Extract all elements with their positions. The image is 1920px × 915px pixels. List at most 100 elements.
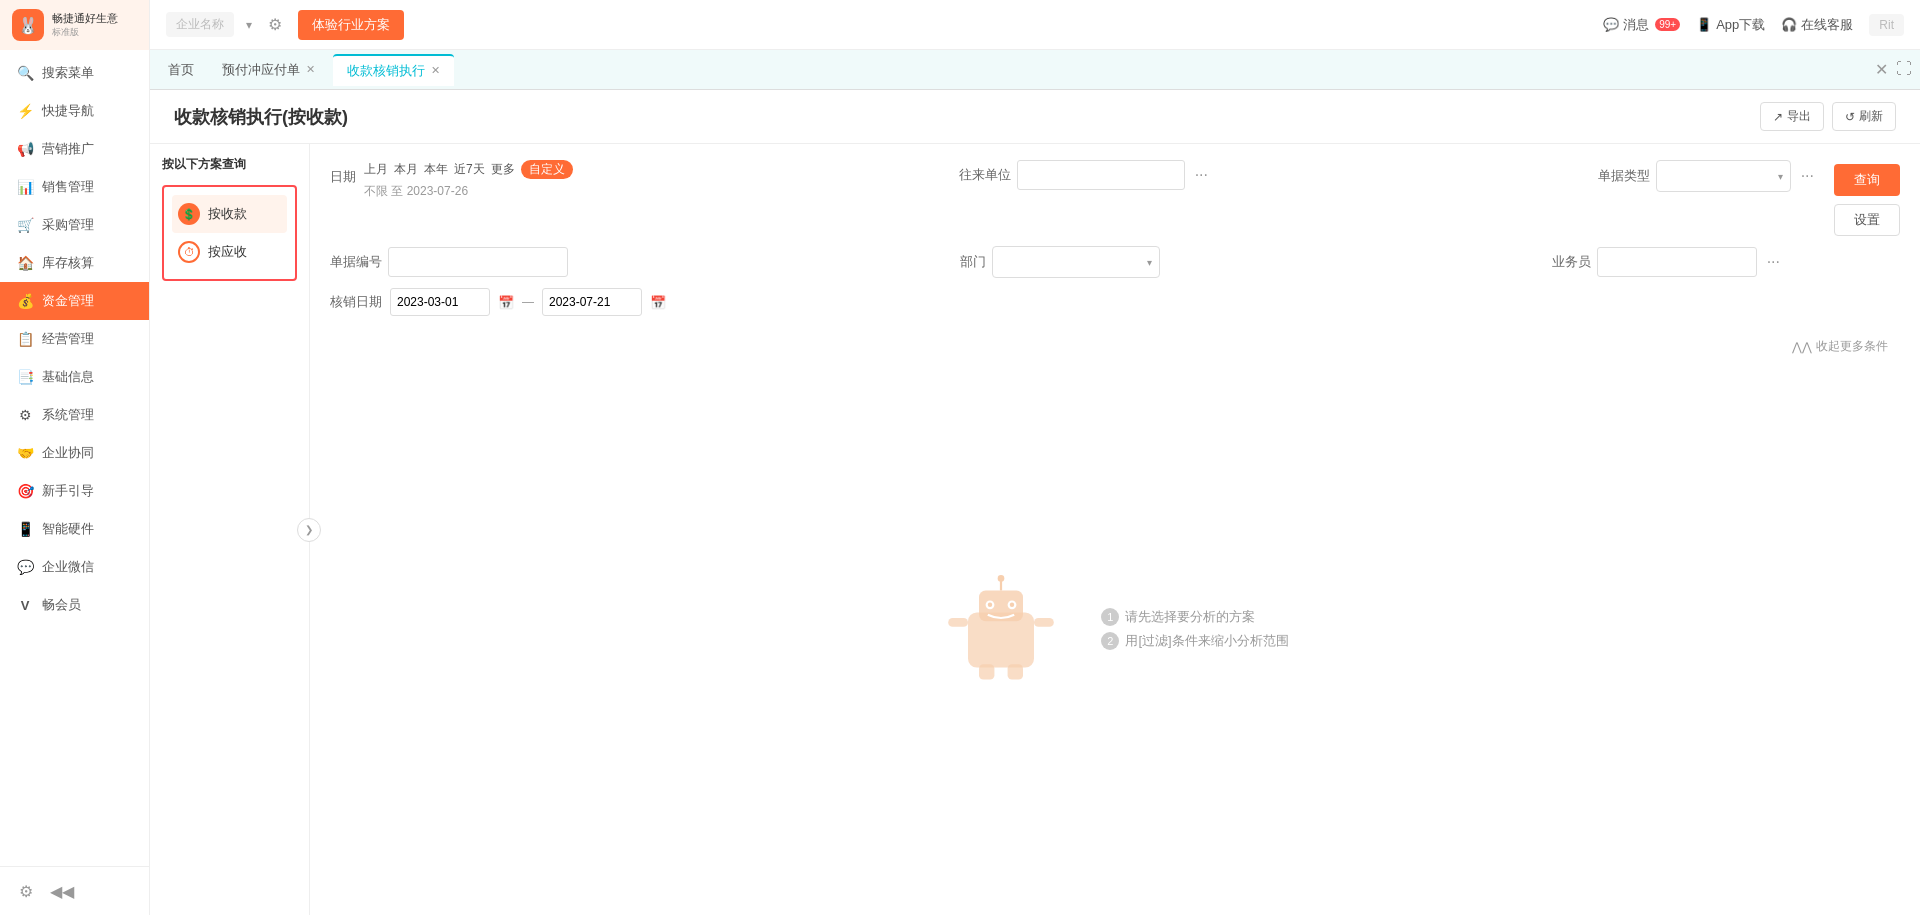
phone-icon: 📱 xyxy=(1696,17,1712,32)
shortcut-this-year[interactable]: 本年 xyxy=(424,161,448,178)
collapse-left-panel-arrow[interactable]: ❯ xyxy=(297,518,321,542)
sidebar-item-guide[interactable]: 🎯 新手引导 xyxy=(0,472,149,510)
sidebar-item-search[interactable]: 🔍 搜索菜单 xyxy=(0,54,149,92)
date-label: 日期 xyxy=(330,160,356,186)
sidebar-item-label: 系统管理 xyxy=(42,406,94,424)
sales-icon: 📊 xyxy=(16,178,34,196)
sidebar-item-funds[interactable]: 💰 资金管理 xyxy=(0,282,149,320)
topbar-gear-icon[interactable]: ⚙ xyxy=(264,11,286,38)
sidebar: 🐰 畅捷通好生意 标准版 🔍 搜索菜单 ⚡ 快捷导航 📢 营销推广 📊 销售管理… xyxy=(0,0,150,915)
shortcut-last-month[interactable]: 上月 xyxy=(364,161,388,178)
staff-dots[interactable]: ··· xyxy=(1763,249,1784,275)
verify-date-end[interactable] xyxy=(542,288,642,316)
sidebar-item-label: 企业微信 xyxy=(42,558,94,576)
collab-icon: 🤝 xyxy=(16,444,34,462)
receipts-tab-label: 收款核销执行 xyxy=(347,62,425,80)
shortcut-custom[interactable]: 自定义 xyxy=(521,160,573,179)
receipts-tab-close[interactable]: ✕ xyxy=(431,64,440,77)
svg-rect-8 xyxy=(979,664,994,679)
sidebar-item-vip[interactable]: V 畅会员 xyxy=(0,586,149,624)
dept-label: 部门 xyxy=(960,253,986,271)
verify-date-end-calendar-icon[interactable]: 📅 xyxy=(650,295,666,310)
tabbar: 首页 预付冲应付单 ✕ 收款核销执行 ✕ ✕ ⛶ xyxy=(150,50,1920,90)
sidebar-item-inventory[interactable]: 🏠 库存核算 xyxy=(0,244,149,282)
sidebar-item-marketing[interactable]: 📢 营销推广 xyxy=(0,130,149,168)
page-header: 收款核销执行(按收款) ↗ 导出 ↺ 刷新 xyxy=(150,90,1920,144)
inventory-icon: 🏠 xyxy=(16,254,34,272)
sidebar-item-label: 资金管理 xyxy=(42,292,94,310)
maximize-icon[interactable]: ⛶ xyxy=(1896,60,1912,79)
system-icon: ⚙ xyxy=(16,406,34,424)
receipt-filter-label: 按收款 xyxy=(208,205,247,223)
tab-receipts[interactable]: 收款核销执行 ✕ xyxy=(333,54,454,86)
filter-option-by-receivable[interactable]: ⏱ 按应收 xyxy=(172,233,287,271)
verify-date-start-calendar-icon[interactable]: 📅 xyxy=(498,295,514,310)
collapse-sidebar-icon[interactable]: ◀◀ xyxy=(48,877,76,905)
staff-filter: 业务员 ··· xyxy=(1552,247,1784,277)
sidebar-item-system[interactable]: ⚙ 系统管理 xyxy=(0,396,149,434)
basic-info-icon: 📑 xyxy=(16,368,34,386)
sidebar-item-purchase[interactable]: 🛒 采购管理 xyxy=(0,206,149,244)
topbar-user[interactable]: Rit xyxy=(1869,14,1904,36)
sidebar-item-label: 畅会员 xyxy=(42,596,81,614)
filter-container: 日期 上月 本月 本年 近7天 更多 自定义 不限 xyxy=(330,160,1900,359)
shortcut-this-month[interactable]: 本月 xyxy=(394,161,418,178)
messages-badge: 99+ xyxy=(1655,18,1680,31)
messages-action[interactable]: 💬 消息 99+ xyxy=(1603,16,1680,34)
settings-footer-icon[interactable]: ⚙ xyxy=(12,877,40,905)
content-area: 按以下方案查询 💲 按收款 ⏱ 按应收 ❯ xyxy=(150,144,1920,915)
dept-select-wrapper: ▾ xyxy=(992,246,1160,278)
counterparty-dots[interactable]: ··· xyxy=(1191,162,1212,188)
date-no-limit: 不限 至 2023-07-26 xyxy=(364,183,573,200)
management-icon: 📋 xyxy=(16,330,34,348)
main-area: 企业名称 ▾ ⚙ 体验行业方案 💬 消息 99+ 📱 App下载 🎧 在线客服 … xyxy=(150,0,1920,915)
solution-button[interactable]: 体验行业方案 xyxy=(298,10,404,40)
shortcut-7days[interactable]: 近7天 xyxy=(454,161,485,178)
message-icon: 💬 xyxy=(1603,17,1619,32)
doc-no-input[interactable] xyxy=(388,247,568,277)
verify-date-start[interactable] xyxy=(390,288,490,316)
sidebar-item-quicknav[interactable]: ⚡ 快捷导航 xyxy=(0,92,149,130)
close-all-icon[interactable]: ✕ xyxy=(1875,60,1888,79)
counterparty-input[interactable] xyxy=(1017,160,1185,190)
doc-type-select[interactable] xyxy=(1656,160,1791,192)
sidebar-item-sales[interactable]: 📊 销售管理 xyxy=(0,168,149,206)
receivable-filter-label: 按应收 xyxy=(208,243,247,261)
verify-date-dash: — xyxy=(522,295,534,309)
query-button[interactable]: 查询 xyxy=(1834,164,1900,196)
sidebar-item-basic-info[interactable]: 📑 基础信息 xyxy=(0,358,149,396)
sidebar-item-collab[interactable]: 🤝 企业协同 xyxy=(0,434,149,472)
marketing-icon: 📢 xyxy=(16,140,34,158)
topbar-brand: 企业名称 xyxy=(166,12,234,37)
sidebar-item-wechat[interactable]: 💬 企业微信 xyxy=(0,548,149,586)
empty-tip-1: 1 请先选择要分析的方案 xyxy=(1101,608,1288,626)
query-actions: 查询 设置 xyxy=(1834,160,1900,236)
sidebar-item-label: 营销推广 xyxy=(42,140,94,158)
setting-button[interactable]: 设置 xyxy=(1834,204,1900,236)
filter-option-by-receipt[interactable]: 💲 按收款 xyxy=(172,195,287,233)
shortcut-more[interactable]: 更多 xyxy=(491,161,515,178)
date-filter-block: 日期 上月 本月 本年 近7天 更多 自定义 不限 xyxy=(330,160,573,200)
tab-prepay[interactable]: 预付冲应付单 ✕ xyxy=(208,55,329,85)
staff-label: 业务员 xyxy=(1552,253,1591,271)
online-service-action[interactable]: 🎧 在线客服 xyxy=(1781,16,1853,34)
dept-select[interactable] xyxy=(992,246,1160,278)
tab-home[interactable]: 首页 xyxy=(158,55,204,85)
sidebar-item-label: 基础信息 xyxy=(42,368,94,386)
wechat-icon: 💬 xyxy=(16,558,34,576)
svg-point-4 xyxy=(988,603,992,607)
collapse-more-button[interactable]: ⋀⋀ 收起更多条件 xyxy=(1780,334,1900,359)
svg-rect-9 xyxy=(1008,664,1023,679)
doc-type-dots[interactable]: ··· xyxy=(1797,163,1818,189)
prepay-tab-close[interactable]: ✕ xyxy=(306,63,315,76)
sidebar-item-hardware[interactable]: 📱 智能硬件 xyxy=(0,510,149,548)
topbar: 企业名称 ▾ ⚙ 体验行业方案 💬 消息 99+ 📱 App下载 🎧 在线客服 … xyxy=(150,0,1920,50)
sidebar-item-management[interactable]: 📋 经营管理 xyxy=(0,320,149,358)
topbar-dropdown-arrow[interactable]: ▾ xyxy=(246,18,252,32)
app-download-action[interactable]: 📱 App下载 xyxy=(1696,16,1765,34)
refresh-button[interactable]: ↺ 刷新 xyxy=(1832,102,1896,131)
export-button[interactable]: ↗ 导出 xyxy=(1760,102,1824,131)
staff-input[interactable] xyxy=(1597,247,1757,277)
left-panel: 按以下方案查询 💲 按收款 ⏱ 按应收 ❯ xyxy=(150,144,310,915)
messages-label: 消息 xyxy=(1623,16,1649,34)
